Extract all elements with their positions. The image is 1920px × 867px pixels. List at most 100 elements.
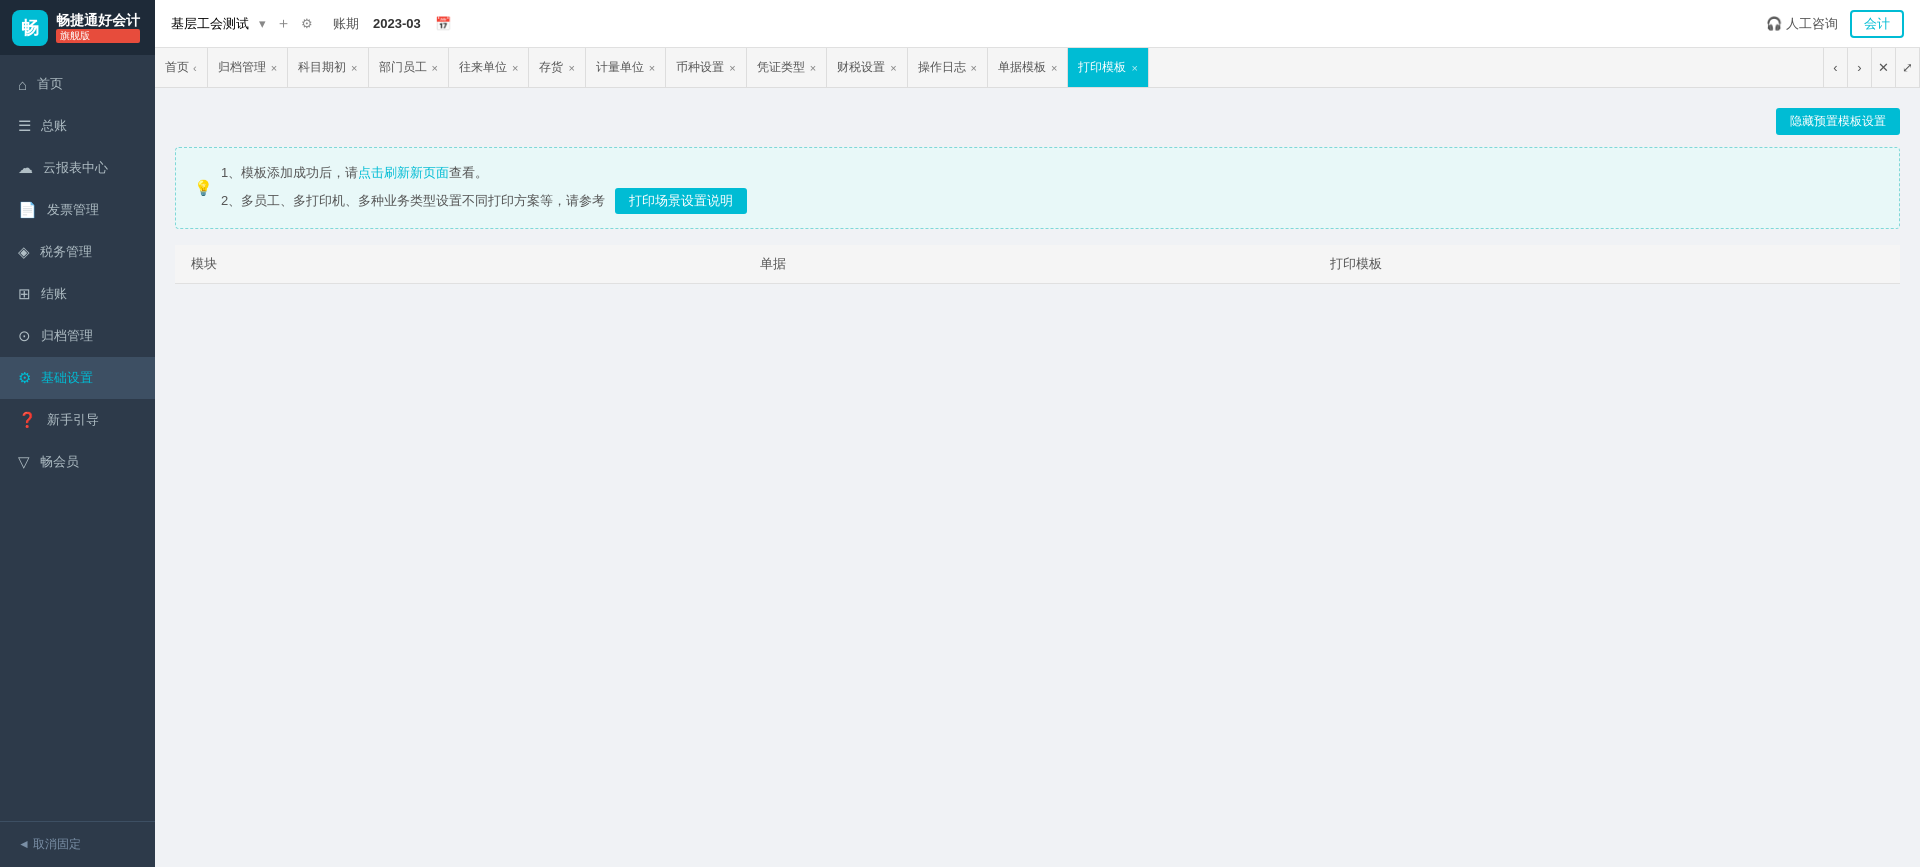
dropdown-icon[interactable]: ▾ (259, 16, 266, 31)
help-label: 人工咨询 (1786, 15, 1838, 33)
topbar-left: 基层工会测试 ▾ ＋ ⚙ 账期 2023-03 📅 (171, 14, 451, 33)
sidebar-item-archive[interactable]: ⊙ 归档管理 (0, 315, 155, 357)
sidebar-item-ledger[interactable]: ☰ 总账 (0, 105, 155, 147)
help-button[interactable]: 🎧 人工咨询 (1766, 15, 1838, 33)
sidebar-item-guide-label: 新手引导 (47, 411, 99, 429)
col-print-template: 打印模板 (1314, 245, 1901, 284)
calendar-icon[interactable]: 📅 (435, 16, 451, 31)
tab-dept-close[interactable]: × (432, 62, 438, 74)
tab-single-close[interactable]: × (1051, 62, 1057, 74)
tab-archive[interactable]: 归档管理 × (208, 48, 288, 88)
info-text-1: 1、模板添加成功后，请点击刷新新页面查看。 2、多员工、多打印机、多种业务类型设… (221, 162, 747, 214)
sidebar-item-member[interactable]: ▽ 畅会员 (0, 441, 155, 483)
tab-home[interactable]: 首页 ‹ (155, 48, 208, 88)
tab-unit-label: 计量单位 (596, 59, 644, 76)
close-period-icon: ⊞ (18, 285, 31, 303)
info-line1-prefix: 1、模板添加成功后，请 (221, 165, 358, 180)
account-button[interactable]: 会计 (1850, 10, 1904, 38)
add-icon[interactable]: ＋ (276, 14, 291, 33)
sidebar-item-tax[interactable]: ◈ 税务管理 (0, 231, 155, 273)
tab-archive-label: 归档管理 (218, 59, 266, 76)
tab-tax-set-label: 财税设置 (837, 59, 885, 76)
tax-icon: ◈ (18, 243, 30, 261)
tab-supplier-label: 往来单位 (459, 59, 507, 76)
settings-icon: ⚙ (18, 369, 31, 387)
tab-oplog-close[interactable]: × (971, 62, 977, 74)
tab-supplier[interactable]: 往来单位 × (449, 48, 529, 88)
tab-oplog[interactable]: 操作日志 × (908, 48, 988, 88)
tab-inventory-label: 存货 (539, 59, 563, 76)
hide-template-container: 隐藏预置模板设置 (175, 108, 1900, 135)
tab-home-nav[interactable]: ‹ (193, 62, 197, 74)
sidebar: 畅 畅捷通好会计 旗舰版 ⌂ 首页 ☰ 总账 ☁ 云报表中心 📄 发票管理 ◈ … (0, 0, 155, 867)
tab-home-label: 首页 (165, 59, 189, 76)
tab-tax-set-close[interactable]: × (890, 62, 896, 74)
cloud-icon: ☁ (18, 159, 33, 177)
tab-dept[interactable]: 部门员工 × (369, 48, 449, 88)
tab-dept-label: 部门员工 (379, 59, 427, 76)
tab-voucher[interactable]: 凭证类型 × (747, 48, 827, 88)
tab-supplier-close[interactable]: × (512, 62, 518, 74)
content-area: 隐藏预置模板设置 💡 1、模板添加成功后，请点击刷新新页面查看。 2、多员工、多… (155, 88, 1920, 867)
tab-archive-close[interactable]: × (271, 62, 277, 74)
sidebar-item-close[interactable]: ⊞ 结账 (0, 273, 155, 315)
tab-next-button[interactable]: › (1848, 48, 1872, 88)
info-row-1: 💡 1、模板添加成功后，请点击刷新新页面查看。 2、多员工、多打印机、多种业务类… (194, 162, 1881, 214)
tab-currency-label: 币种设置 (676, 59, 724, 76)
sidebar-item-settings[interactable]: ⚙ 基础设置 (0, 357, 155, 399)
sidebar-item-home-label: 首页 (37, 75, 63, 93)
col-voucher: 单据 (744, 245, 1313, 284)
invoice-icon: 📄 (18, 201, 37, 219)
unpin-label: ◄ 取消固定 (18, 836, 81, 853)
member-icon: ▽ (18, 453, 30, 471)
bulb-icon: 💡 (194, 179, 213, 197)
period-value: 2023-03 (373, 16, 421, 31)
period-label: 账期 (333, 15, 359, 33)
sidebar-item-reports-label: 云报表中心 (43, 159, 108, 177)
sidebar-logo: 畅 畅捷通好会计 旗舰版 (0, 0, 155, 55)
table-header: 模块 单据 打印模板 (175, 245, 1900, 284)
tab-currency-close[interactable]: × (729, 62, 735, 74)
sidebar-item-invoice[interactable]: 📄 发票管理 (0, 189, 155, 231)
tabs-scroll: 首页 ‹ 归档管理 × 科目期初 × 部门员工 × 往来单位 × 存货 × (155, 48, 1920, 88)
tab-voucher-close[interactable]: × (810, 62, 816, 74)
tabbar: 首页 ‹ 归档管理 × 科目期初 × 部门员工 × 往来单位 × 存货 × (155, 48, 1920, 88)
topbar: 基层工会测试 ▾ ＋ ⚙ 账期 2023-03 📅 🎧 人工咨询 会计 (155, 0, 1920, 48)
col-module: 模块 (175, 245, 744, 284)
tab-subject-close[interactable]: × (351, 62, 357, 74)
tab-inventory-close[interactable]: × (568, 62, 574, 74)
home-icon: ⌂ (18, 76, 27, 93)
sidebar-item-guide[interactable]: ❓ 新手引导 (0, 399, 155, 441)
hide-template-button[interactable]: 隐藏预置模板设置 (1776, 108, 1900, 135)
sidebar-item-invoice-label: 发票管理 (47, 201, 99, 219)
tab-print[interactable]: 打印模板 × (1068, 48, 1148, 88)
tab-single-label: 单据模板 (998, 59, 1046, 76)
refresh-link[interactable]: 点击刷新新页面 (358, 165, 449, 180)
sidebar-item-home[interactable]: ⌂ 首页 (0, 63, 155, 105)
tab-currency[interactable]: 币种设置 × (666, 48, 746, 88)
tab-tax-set[interactable]: 财税设置 × (827, 48, 907, 88)
unpin-button[interactable]: ◄ 取消固定 (0, 821, 155, 867)
tab-unit[interactable]: 计量单位 × (586, 48, 666, 88)
logo-title: 畅捷通好会计 (56, 12, 140, 29)
tab-close-all-button[interactable]: ✕ (1872, 48, 1896, 88)
settings-gear-icon[interactable]: ⚙ (301, 16, 313, 31)
tab-subject-label: 科目期初 (298, 59, 346, 76)
info-line1-suffix: 查看。 (449, 165, 488, 180)
tab-oplog-label: 操作日志 (918, 59, 966, 76)
tab-prev-button[interactable]: ‹ (1824, 48, 1848, 88)
tab-single[interactable]: 单据模板 × (988, 48, 1068, 88)
tab-unit-close[interactable]: × (649, 62, 655, 74)
tab-subject[interactable]: 科目期初 × (288, 48, 368, 88)
company-name: 基层工会测试 (171, 15, 249, 33)
info-box: 💡 1、模板添加成功后，请点击刷新新页面查看。 2、多员工、多打印机、多种业务类… (175, 147, 1900, 229)
tab-expand-button[interactable]: ⤢ (1896, 48, 1920, 88)
sidebar-item-archive-label: 归档管理 (41, 327, 93, 345)
headset-icon: 🎧 (1766, 16, 1782, 31)
tab-inventory[interactable]: 存货 × (529, 48, 585, 88)
archive-icon: ⊙ (18, 327, 31, 345)
tab-print-close[interactable]: × (1131, 62, 1137, 74)
table-header-row: 模块 单据 打印模板 (175, 245, 1900, 284)
sidebar-item-reports[interactable]: ☁ 云报表中心 (0, 147, 155, 189)
explain-button[interactable]: 打印场景设置说明 (615, 188, 747, 214)
